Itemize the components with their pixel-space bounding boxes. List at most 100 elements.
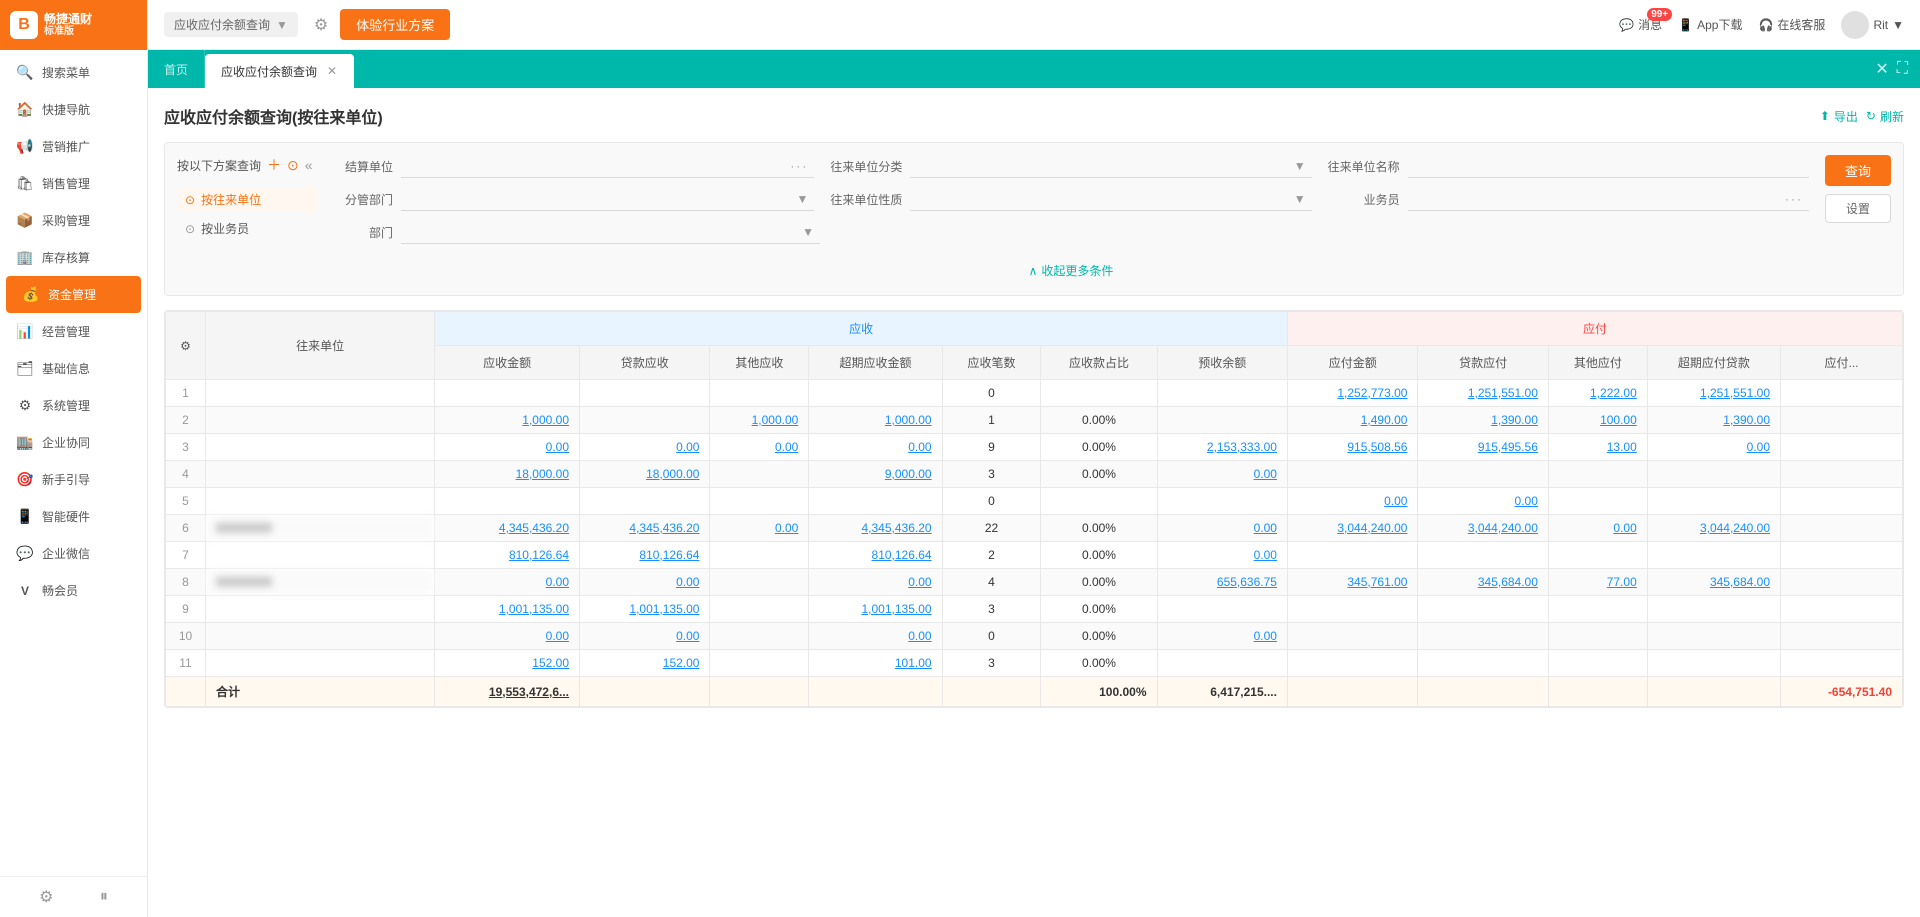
- cell-value[interactable]: 1,000.00: [435, 407, 580, 434]
- cell-value[interactable]: [710, 542, 809, 569]
- cell-value[interactable]: 2,153,333.00: [1157, 434, 1287, 461]
- tab-arbalance[interactable]: 应收应付余额查询 ✕: [205, 54, 354, 88]
- cell-value[interactable]: [1287, 650, 1417, 677]
- collapse-sidebar-icon[interactable]: ⏸: [100, 888, 108, 906]
- cell-value[interactable]: 345,684.00: [1418, 569, 1548, 596]
- unit-category-select[interactable]: ▼: [910, 155, 1311, 178]
- cell-value[interactable]: 1,252,773.00: [1287, 380, 1417, 407]
- cell-value[interactable]: 4,345,436.20: [580, 515, 710, 542]
- cell-value[interactable]: 3,044,240.00: [1418, 515, 1548, 542]
- filter-option-by-unit[interactable]: ⊙ 按往来单位: [177, 187, 317, 212]
- cell-value[interactable]: [1647, 542, 1780, 569]
- cell-value[interactable]: 0.00: [1157, 461, 1287, 488]
- sidebar-item-wechat[interactable]: 💬 企业微信: [0, 535, 147, 572]
- cell-value[interactable]: [1157, 650, 1287, 677]
- cell-value[interactable]: [435, 488, 580, 515]
- cell-value[interactable]: [580, 407, 710, 434]
- cell-value[interactable]: 810,126.64: [435, 542, 580, 569]
- cell-value[interactable]: 13.00: [1548, 434, 1647, 461]
- settlement-input[interactable]: ···: [401, 155, 814, 178]
- cell-value[interactable]: 1,001,135.00: [435, 596, 580, 623]
- edit-filter-icon[interactable]: ⊙: [287, 157, 299, 174]
- collapse-more-button[interactable]: ∧ 收起更多条件: [1029, 258, 1114, 283]
- cell-value[interactable]: 1,490.00: [1287, 407, 1417, 434]
- cell-value[interactable]: 655,636.75: [1157, 569, 1287, 596]
- solution-button[interactable]: 体验行业方案: [340, 9, 450, 40]
- user-profile[interactable]: Rit ▼: [1841, 11, 1904, 39]
- cell-value[interactable]: 77.00: [1548, 569, 1647, 596]
- cell-value[interactable]: [809, 488, 942, 515]
- unit-name-input[interactable]: [1408, 155, 1809, 178]
- cell-value[interactable]: [1548, 461, 1647, 488]
- settings-footer-icon[interactable]: ⚙: [39, 887, 53, 907]
- sidebar-item-basic[interactable]: 🗂 基础信息: [0, 350, 147, 387]
- cell-value[interactable]: [580, 488, 710, 515]
- add-filter-icon[interactable]: ＋: [267, 155, 281, 175]
- app-download-button[interactable]: 📱 App下载: [1678, 16, 1742, 33]
- cell-value[interactable]: 0.00: [809, 434, 942, 461]
- cell-value[interactable]: 1,000.00: [710, 407, 809, 434]
- cell-value[interactable]: [1418, 650, 1548, 677]
- refresh-button[interactable]: ↻ 刷新: [1866, 108, 1904, 125]
- cell-value[interactable]: 9,000.00: [809, 461, 942, 488]
- cell-value[interactable]: [435, 380, 580, 407]
- cell-value[interactable]: [1647, 461, 1780, 488]
- table-settings-icon[interactable]: ⚙: [180, 339, 191, 353]
- cell-value[interactable]: 0.00: [1157, 515, 1287, 542]
- cell-value[interactable]: [1548, 542, 1647, 569]
- cell-value[interactable]: [1418, 596, 1548, 623]
- cell-value[interactable]: [1647, 596, 1780, 623]
- cell-value[interactable]: [580, 380, 710, 407]
- footer-ar-total[interactable]: 19,553,472,6...: [435, 677, 580, 707]
- expand-icon[interactable]: ⛶: [1897, 60, 1908, 78]
- cell-value[interactable]: 0.00: [580, 569, 710, 596]
- cell-value[interactable]: [1647, 623, 1780, 650]
- query-button[interactable]: 查询: [1825, 155, 1891, 186]
- cell-value[interactable]: 0.00: [710, 434, 809, 461]
- close-window-icon[interactable]: ✕: [1875, 59, 1888, 79]
- cell-value[interactable]: [1418, 623, 1548, 650]
- cell-value[interactable]: 345,684.00: [1647, 569, 1780, 596]
- cell-value[interactable]: [1418, 461, 1548, 488]
- cell-value[interactable]: [1418, 542, 1548, 569]
- cell-value[interactable]: 0.00: [580, 434, 710, 461]
- filter-option-by-staff[interactable]: ⊙ 按业务员: [177, 216, 317, 241]
- cell-value[interactable]: [1157, 380, 1287, 407]
- cell-value[interactable]: [1157, 407, 1287, 434]
- cell-value[interactable]: 1,000.00: [809, 407, 942, 434]
- sidebar-item-hardware[interactable]: 📱 智能硬件: [0, 498, 147, 535]
- cell-value[interactable]: [710, 596, 809, 623]
- cell-value[interactable]: 3,044,240.00: [1287, 515, 1417, 542]
- cell-value[interactable]: 152.00: [580, 650, 710, 677]
- cell-value[interactable]: 0.00: [435, 623, 580, 650]
- sidebar-item-purchase[interactable]: 📦 采购管理: [0, 202, 147, 239]
- cell-value[interactable]: 0.00: [1157, 542, 1287, 569]
- set-button[interactable]: 设置: [1825, 194, 1891, 223]
- export-button[interactable]: ⬆ 导出: [1820, 108, 1858, 125]
- cell-value[interactable]: 1,390.00: [1418, 407, 1548, 434]
- unit-nature-select[interactable]: ▼: [910, 188, 1311, 211]
- cell-value[interactable]: [710, 650, 809, 677]
- sidebar-item-inventory[interactable]: 🏢 库存核算: [0, 239, 147, 276]
- cell-value[interactable]: 101.00: [809, 650, 942, 677]
- cell-value[interactable]: 915,508.56: [1287, 434, 1417, 461]
- cell-value[interactable]: [710, 380, 809, 407]
- cell-value[interactable]: 810,126.64: [580, 542, 710, 569]
- cell-value[interactable]: 0.00: [435, 434, 580, 461]
- cell-value[interactable]: [710, 488, 809, 515]
- sidebar-item-system[interactable]: ⚙ 系统管理: [0, 387, 147, 424]
- cell-value[interactable]: 1,001,135.00: [580, 596, 710, 623]
- sidebar-item-quicknav[interactable]: 🏠 快捷导航: [0, 91, 147, 128]
- cell-value[interactable]: 0.00: [1287, 488, 1417, 515]
- cell-value[interactable]: [1287, 596, 1417, 623]
- sidebar-item-finance[interactable]: 💰 资金管理: [6, 276, 141, 313]
- cell-value[interactable]: [1548, 596, 1647, 623]
- sidebar-item-sales[interactable]: 🛍 销售管理: [0, 165, 147, 202]
- cell-value[interactable]: [1157, 488, 1287, 515]
- tab-close-icon[interactable]: ✕: [327, 64, 337, 78]
- cell-value[interactable]: 1,001,135.00: [809, 596, 942, 623]
- staff-input[interactable]: ···: [1408, 188, 1809, 211]
- cell-value[interactable]: [1287, 461, 1417, 488]
- sidebar-item-member[interactable]: V 畅会员: [0, 572, 147, 609]
- collapse-filter-icon[interactable]: «: [305, 157, 313, 173]
